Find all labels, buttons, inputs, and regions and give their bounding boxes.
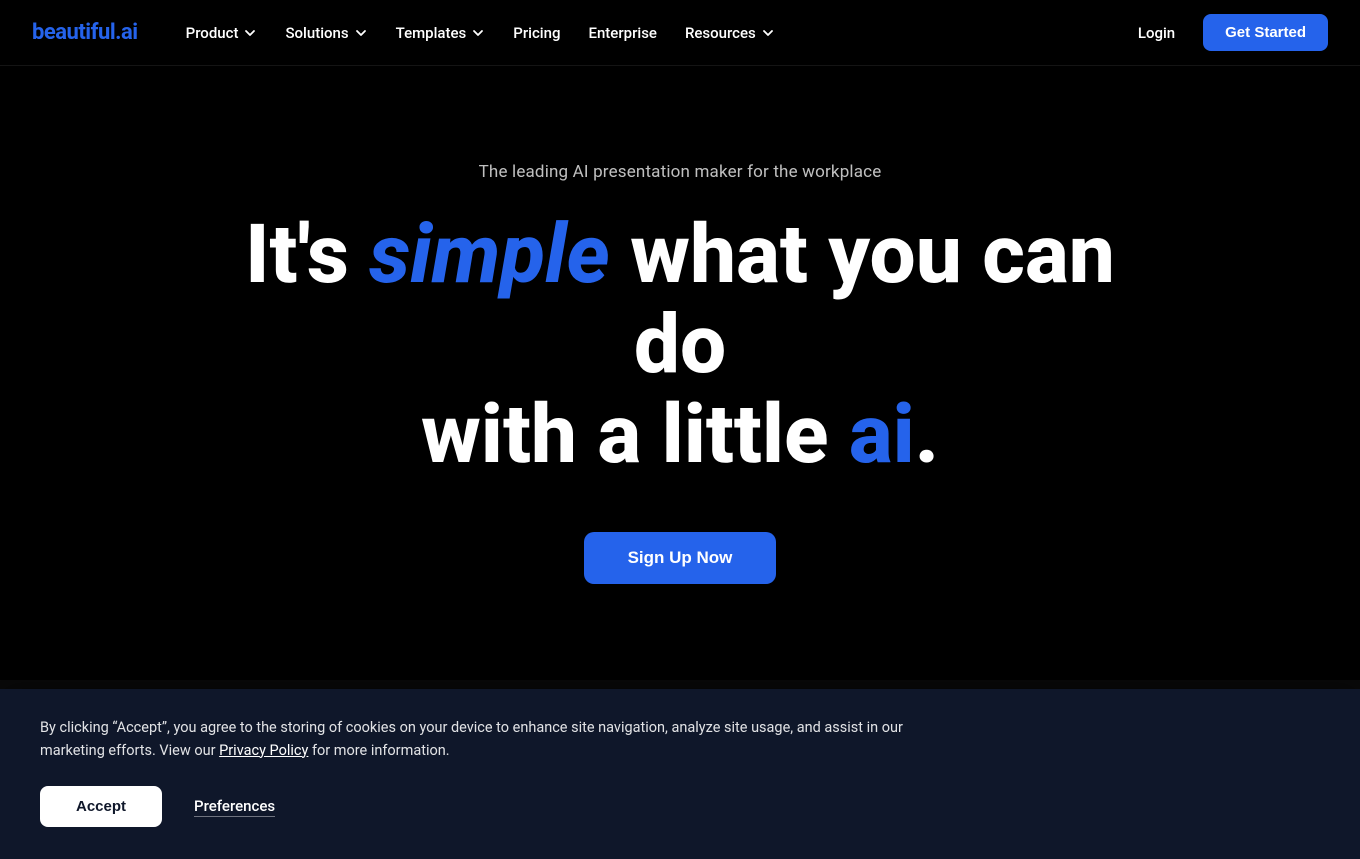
privacy-policy-link[interactable]: Privacy Policy (219, 742, 308, 759)
nav-right: Login Get Started (1126, 14, 1328, 51)
nav-item-templates[interactable]: Templates (384, 16, 498, 50)
nav-enterprise-label: Enterprise (588, 24, 656, 42)
nav-product-label: Product (186, 24, 239, 42)
nav-pricing-label: Pricing (513, 24, 560, 42)
hero-title-period: . (915, 387, 939, 483)
cookie-text: By clicking “Accept”, you agree to the s… (40, 717, 940, 762)
get-started-button[interactable]: Get Started (1203, 14, 1328, 51)
chevron-down-icon (243, 26, 257, 40)
hero-title: It's simple what you can do with a littl… (230, 210, 1130, 481)
hero-title-part1: It's (245, 207, 369, 303)
hero-section: The leading AI presentation maker for th… (0, 0, 1360, 680)
nav-item-enterprise[interactable]: Enterprise (576, 16, 668, 50)
chevron-down-icon (761, 26, 775, 40)
hero-subtitle: The leading AI presentation maker for th… (479, 162, 882, 182)
logo-text: beautiful.ai (32, 20, 138, 45)
hero-title-part3: with a little (421, 387, 849, 483)
hero-title-ai: ai (849, 387, 915, 483)
cookie-actions: Accept Preferences (40, 786, 1320, 827)
logo[interactable]: beautiful.ai (32, 20, 138, 45)
login-button[interactable]: Login (1126, 16, 1187, 50)
sign-up-button[interactable]: Sign Up Now (584, 532, 777, 584)
cookie-text-after: for more information. (308, 742, 449, 759)
chevron-down-icon (354, 26, 368, 40)
nav-resources-label: Resources (685, 24, 756, 42)
navigation: beautiful.ai Product Solutions (0, 0, 1360, 66)
preferences-link[interactable]: Preferences (194, 797, 275, 817)
hero-title-simple: simple (369, 207, 609, 303)
nav-left: beautiful.ai Product Solutions (32, 16, 787, 50)
nav-solutions-label: Solutions (285, 24, 348, 42)
nav-item-resources[interactable]: Resources (673, 16, 787, 50)
nav-item-solutions[interactable]: Solutions (273, 16, 379, 50)
chevron-down-icon (471, 26, 485, 40)
cookie-text-before: By clicking “Accept”, you agree to the s… (40, 719, 903, 758)
nav-links: Product Solutions Templates (174, 16, 787, 50)
accept-button[interactable]: Accept (40, 786, 162, 827)
cookie-banner: By clicking “Accept”, you agree to the s… (0, 689, 1360, 859)
logo-accent: ai (121, 20, 138, 45)
hero-title-part2: what you can do (610, 207, 1115, 393)
nav-templates-label: Templates (396, 24, 467, 42)
nav-item-pricing[interactable]: Pricing (501, 16, 572, 50)
nav-item-product[interactable]: Product (174, 16, 270, 50)
